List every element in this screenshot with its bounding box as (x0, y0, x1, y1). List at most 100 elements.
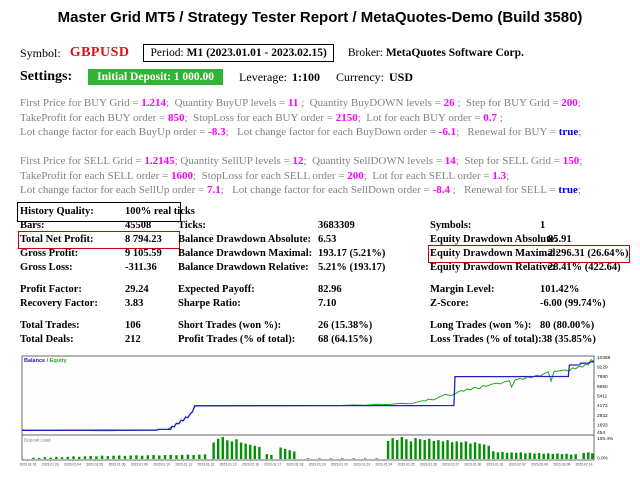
stat-pair: Loss Trades (% of total): 38 (35.85%) (430, 333, 628, 347)
stat-pair: Equity Drawdown Maximal: 2 296.31 (26.64%… (428, 245, 630, 263)
stat-value: 9 105.59 (125, 248, 162, 259)
parameter-value: true (558, 126, 579, 138)
stat-label: History Quality: (20, 206, 94, 217)
svg-text:4172: 4172 (597, 403, 608, 409)
svg-text:7890: 7890 (597, 374, 608, 380)
stat-label: Symbols: (430, 220, 472, 231)
stat-value: -311.36 (125, 262, 157, 273)
stat-value: 5.21% (193.17) (318, 262, 386, 273)
stat-value: 80 (80.00%) (540, 320, 595, 331)
parameter-value: 1600 (171, 169, 194, 182)
stat-value: 29.24 (125, 284, 149, 295)
stat-label: Balance Drawdown Maximal: (178, 248, 313, 259)
balance-equity-chart: Balance / Equity Deposit Load 10368 9129 789… (20, 355, 614, 467)
svg-text:0.0%: 0.0% (597, 456, 609, 462)
parameter-value: 7.1 (207, 184, 221, 196)
stat-label: Short Trades (won %): (178, 320, 282, 331)
stat-pair: Z-Score: -6.00 (99.74%) (430, 297, 628, 311)
stats-row: Gross Profit: 9 105.59 Balance Drawdown Ma… (20, 245, 632, 263)
parameter-text: ; Renewal for SELL = (449, 184, 559, 196)
svg-text:2023.01.06: 2023.01.06 (108, 463, 125, 467)
svg-text:2023.01.18: 2023.01.18 (286, 463, 303, 467)
parameter-text: ; StopLoss for each BUY order = (184, 111, 336, 124)
settings-label: Settings: (20, 69, 73, 84)
parameter-text: ; Lot for each SELL order = (363, 169, 493, 182)
settings-line: Lot change factor for each BuyUp order =… (20, 125, 626, 140)
stat-value: 2 296.31 (26.64%) (548, 248, 629, 259)
stat-pair: Gross Loss: -311.36 (20, 261, 178, 275)
svg-text:2023.01.24: 2023.01.24 (375, 463, 392, 467)
svg-text:10368: 10368 (597, 355, 611, 361)
stats-spacer (20, 275, 632, 283)
settings-line: First Price for BUY Grid = 1.214; Quanti… (20, 96, 626, 111)
stat-pair: Balance Drawdown Absolute: 6.53 (178, 233, 430, 247)
stat-label: Bars: (20, 220, 45, 231)
stat-label: Equity Drawdown Relative: (430, 262, 556, 273)
stat-label: Sharpe Ratio: (178, 298, 241, 309)
stat-value: 1 (540, 220, 546, 231)
stat-label: Loss Trades (% of total): (430, 334, 542, 345)
parameter-value: 14 (444, 155, 456, 167)
parameter-value: 1.214 (141, 97, 167, 109)
stat-pair: Gross Profit: 9 105.59 (20, 247, 178, 261)
stat-value: 28.41% (422.64) (548, 262, 621, 273)
stat-pair: Margin Level: 101.42% (430, 283, 628, 297)
parameter-text: ; Lot for each BUY order = (357, 111, 484, 124)
stat-label: Equity Drawdown Absolute: (430, 234, 558, 245)
parameter-text: ; Lot change factor for each SellDown or… (220, 184, 433, 196)
svg-text:2023.01.31: 2023.01.31 (487, 463, 504, 467)
parameter-text: Lot change factor for each SellUp order … (20, 184, 208, 196)
stat-pair: Long Trades (won %): 80 (80.00%) (430, 319, 628, 333)
date-axis-labels: 2023.01.01 2023.01.03 2023.01.04 2023.01.05… (20, 460, 593, 467)
currency: Currency: USD (336, 70, 413, 85)
svg-text:2023.01.12: 2023.01.12 (197, 463, 214, 467)
stat-pair: Total Deals: 212 (20, 333, 178, 347)
stats-row: Total Net Profit: 8 794.23 Balance Drawdow… (18, 231, 632, 249)
sell-grid-settings-paragraph: First Price for SELL Grid = 1.2145; Quan… (20, 154, 626, 198)
parameter-text: ; (497, 111, 503, 124)
stats-row: Total Trades: 106 Short Trades (won %): 26 … (20, 319, 632, 333)
stat-value: 6.53 (318, 234, 337, 245)
svg-text:2023.01.17: 2023.01.17 (264, 463, 281, 467)
parameter-value: 0.7 (483, 111, 497, 124)
stat-value: 193.17 (5.21%) (318, 248, 386, 259)
stat-pair: History Quality: 100% real ticks (17, 202, 195, 222)
parameter-value: true (558, 184, 578, 196)
stats-row: Profit Factor: 29.24 Expected Payoff: 82.96… (20, 283, 632, 297)
stat-pair: Profit Factor: 29.24 (20, 283, 178, 297)
svg-text:2023.01.19: 2023.01.19 (309, 463, 326, 467)
buy-grid-settings-paragraph: First Price for BUY Grid = 1.214; Quanti… (20, 96, 626, 140)
stat-pair: Short Trades (won %): 26 (15.38%) (178, 319, 430, 333)
stat-pair: Total Net Profit: 8 794.23 (18, 231, 180, 249)
parameter-value: 200 (347, 169, 364, 182)
stat-label: Total Deals: (20, 334, 74, 345)
stat-pair: Sharpe Ratio: 7.10 (178, 297, 430, 311)
stat-value: 45508 (125, 220, 152, 231)
parameter-value: 200 (561, 97, 578, 109)
parameter-text: ; StopLoss for each SELL order = (193, 169, 348, 182)
stat-pair: Balance Drawdown Relative: 5.21% (193.17) (178, 261, 430, 275)
parameter-text: TakeProfit for each SELL order = (20, 169, 172, 182)
balance-axis-labels: 10368 9129 7890 6650 5411 4172 2932 1693454109.… (597, 355, 614, 462)
parameter-text: First Price for SELL Grid = (20, 155, 145, 167)
stat-value: -6.00 (99.74%) (540, 298, 606, 309)
stat-label: Gross Loss: (20, 262, 73, 273)
broker: Broker: MetaQuotes Software Corp. (348, 47, 524, 59)
stat-pair: Total Trades: 106 (20, 319, 178, 333)
svg-text:2023.02.09: 2023.02.09 (553, 463, 570, 467)
svg-text:5411: 5411 (597, 394, 608, 400)
stat-value: 38 (35.85%) (541, 334, 596, 345)
parameter-value: 26 (443, 97, 455, 109)
period-box: Period: M1 (2023.01.01 - 2023.02.15) (143, 44, 334, 62)
settings-line: First Price for SELL Grid = 1.2145; Quan… (20, 154, 626, 169)
svg-text:2023.01.13: 2023.01.13 (220, 463, 237, 467)
parameter-value: 1.2145 (144, 155, 175, 167)
svg-text:2023.01.20: 2023.01.20 (331, 463, 348, 467)
currency-value: USD (389, 69, 414, 84)
stat-pair: Profit Trades (% of total): 68 (64.15%) (178, 333, 430, 347)
deposit-load-label: Deposit Load (24, 438, 51, 443)
svg-text:2023.01.05: 2023.01.05 (86, 463, 103, 467)
stats-row: Total Deals: 212 Profit Trades (% of total… (20, 333, 632, 347)
stat-value: 82.96 (318, 284, 342, 295)
stats-row: Bars: 45508 Ticks: 3683309 Symbols: 1 (20, 219, 632, 233)
